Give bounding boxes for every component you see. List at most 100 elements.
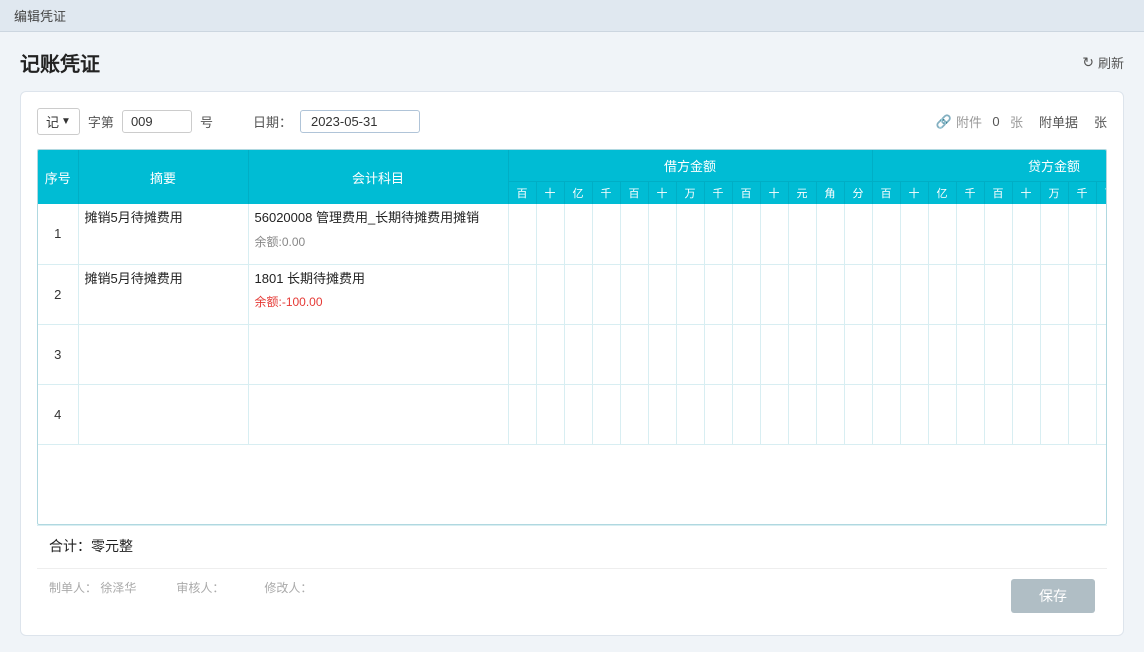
credit-digit-1-8[interactable]: [1096, 264, 1107, 324]
credit-digit-2-4[interactable]: [984, 324, 1012, 384]
credit-digit-1-2[interactable]: [928, 264, 956, 324]
credit-digit-1-6[interactable]: [1040, 264, 1068, 324]
debit-digit-3-6[interactable]: [676, 384, 704, 444]
attach-count-input[interactable]: [986, 114, 1006, 129]
debit-digit-2-4[interactable]: [620, 324, 648, 384]
debit-digit-0-1[interactable]: [536, 204, 564, 264]
credit-digit-0-2[interactable]: [928, 204, 956, 264]
debit-digit-2-2[interactable]: [564, 324, 592, 384]
debit-digit-1-5[interactable]: [648, 264, 676, 324]
debit-digit-2-12[interactable]: [844, 324, 872, 384]
debit-digit-3-12[interactable]: [844, 384, 872, 444]
debit-digit-1-6[interactable]: [676, 264, 704, 324]
credit-digit-0-5[interactable]: [1012, 204, 1040, 264]
debit-digit-1-4[interactable]: [620, 264, 648, 324]
debit-digit-2-6[interactable]: [676, 324, 704, 384]
debit-digit-3-1[interactable]: [536, 384, 564, 444]
credit-digit-3-7[interactable]: [1068, 384, 1096, 444]
credit-digit-2-0[interactable]: [872, 324, 900, 384]
debit-digit-1-1[interactable]: [536, 264, 564, 324]
credit-digit-3-2[interactable]: [928, 384, 956, 444]
debit-digit-1-11[interactable]: [816, 264, 844, 324]
refresh-button[interactable]: ↻ 刷新: [1082, 53, 1124, 72]
debit-digit-0-10[interactable]: [788, 204, 816, 264]
summary-cell-1[interactable]: 摊销5月待摊费用: [78, 264, 248, 324]
credit-digit-2-6[interactable]: [1040, 324, 1068, 384]
credit-digit-1-0[interactable]: [872, 264, 900, 324]
debit-digit-1-0[interactable]: [508, 264, 536, 324]
credit-digit-2-5[interactable]: [1012, 324, 1040, 384]
debit-digit-3-7[interactable]: [704, 384, 732, 444]
credit-digit-0-1[interactable]: [900, 204, 928, 264]
credit-digit-2-8[interactable]: [1096, 324, 1107, 384]
credit-digit-2-3[interactable]: [956, 324, 984, 384]
debit-digit-1-8[interactable]: [732, 264, 760, 324]
debit-digit-0-3[interactable]: [592, 204, 620, 264]
table-row[interactable]: 1摊销5月待摊费用56020008 管理费用_长期待摊费用摊销余额:0.00: [38, 204, 1107, 264]
credit-digit-3-4[interactable]: [984, 384, 1012, 444]
debit-digit-3-5[interactable]: [648, 384, 676, 444]
debit-digit-0-12[interactable]: [844, 204, 872, 264]
credit-digit-3-0[interactable]: [872, 384, 900, 444]
debit-digit-2-11[interactable]: [816, 324, 844, 384]
debit-digit-2-3[interactable]: [592, 324, 620, 384]
date-input[interactable]: [300, 110, 420, 133]
debit-digit-3-11[interactable]: [816, 384, 844, 444]
debit-digit-0-5[interactable]: [648, 204, 676, 264]
debit-digit-1-2[interactable]: [564, 264, 592, 324]
debit-digit-0-9[interactable]: [760, 204, 788, 264]
debit-digit-3-10[interactable]: [788, 384, 816, 444]
debit-digit-1-9[interactable]: [760, 264, 788, 324]
credit-digit-0-3[interactable]: [956, 204, 984, 264]
account-cell-2[interactable]: [248, 324, 508, 384]
table-row[interactable]: 3: [38, 324, 1107, 384]
debit-digit-3-4[interactable]: [620, 384, 648, 444]
attach-doc-button[interactable]: 附单据: [1039, 112, 1078, 131]
attach-link[interactable]: 🔗 附件 张: [936, 112, 1023, 131]
debit-digit-0-6[interactable]: [676, 204, 704, 264]
credit-digit-3-1[interactable]: [900, 384, 928, 444]
credit-digit-1-1[interactable]: [900, 264, 928, 324]
credit-digit-0-7[interactable]: [1068, 204, 1096, 264]
debit-digit-2-5[interactable]: [648, 324, 676, 384]
summary-cell-3[interactable]: [78, 384, 248, 444]
debit-digit-2-1[interactable]: [536, 324, 564, 384]
debit-digit-0-0[interactable]: [508, 204, 536, 264]
table-row[interactable]: 4: [38, 384, 1107, 444]
credit-digit-3-5[interactable]: [1012, 384, 1040, 444]
debit-digit-2-0[interactable]: [508, 324, 536, 384]
credit-digit-0-6[interactable]: [1040, 204, 1068, 264]
credit-digit-1-4[interactable]: [984, 264, 1012, 324]
account-cell-1[interactable]: 1801 长期待摊费用余额:-100.00: [248, 264, 508, 324]
account-cell-3[interactable]: [248, 384, 508, 444]
credit-digit-1-5[interactable]: [1012, 264, 1040, 324]
credit-digit-3-3[interactable]: [956, 384, 984, 444]
voucher-number-input[interactable]: [122, 110, 192, 133]
account-cell-0[interactable]: 56020008 管理费用_长期待摊费用摊销余额:0.00: [248, 204, 508, 264]
debit-digit-3-0[interactable]: [508, 384, 536, 444]
debit-digit-1-12[interactable]: [844, 264, 872, 324]
debit-digit-0-4[interactable]: [620, 204, 648, 264]
summary-cell-2[interactable]: [78, 324, 248, 384]
debit-digit-3-8[interactable]: [732, 384, 760, 444]
table-row[interactable]: 2摊销5月待摊费用1801 长期待摊费用余额:-100.00: [38, 264, 1107, 324]
debit-digit-1-7[interactable]: [704, 264, 732, 324]
credit-digit-0-0[interactable]: [872, 204, 900, 264]
summary-cell-0[interactable]: 摊销5月待摊费用: [78, 204, 248, 264]
credit-digit-3-6[interactable]: [1040, 384, 1068, 444]
credit-digit-0-4[interactable]: [984, 204, 1012, 264]
credit-digit-1-7[interactable]: [1068, 264, 1096, 324]
credit-digit-0-8[interactable]: [1096, 204, 1107, 264]
credit-digit-2-2[interactable]: [928, 324, 956, 384]
credit-digit-1-3[interactable]: [956, 264, 984, 324]
debit-digit-2-7[interactable]: [704, 324, 732, 384]
credit-digit-3-8[interactable]: [1096, 384, 1107, 444]
debit-digit-2-9[interactable]: [760, 324, 788, 384]
debit-digit-2-10[interactable]: [788, 324, 816, 384]
voucher-type-dropdown[interactable]: 记 ▼: [37, 108, 80, 135]
debit-digit-0-8[interactable]: [732, 204, 760, 264]
save-button[interactable]: 保存: [1011, 579, 1095, 613]
debit-digit-1-3[interactable]: [592, 264, 620, 324]
debit-digit-3-9[interactable]: [760, 384, 788, 444]
debit-digit-0-2[interactable]: [564, 204, 592, 264]
